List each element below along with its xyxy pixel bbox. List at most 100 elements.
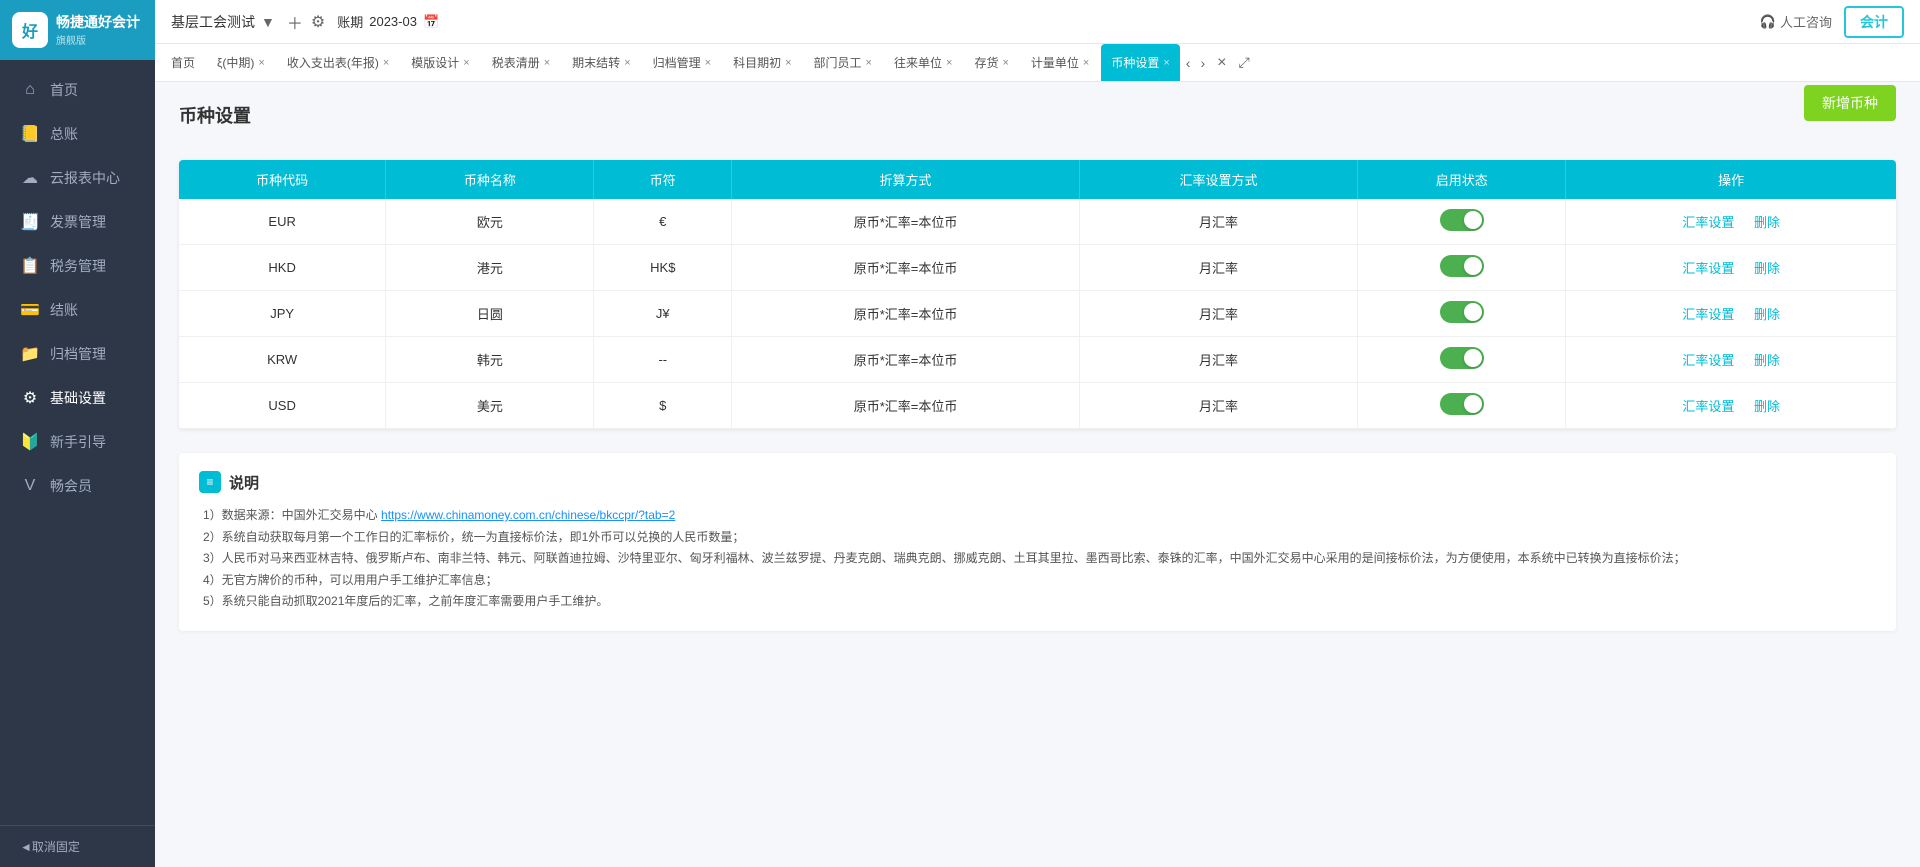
sidebar-item-ledger[interactable]: 📒 总账	[0, 112, 155, 156]
tabs-prev-btn[interactable]: ‹	[1182, 53, 1195, 73]
cell-row2-actions: 汇率设置 删除	[1566, 291, 1896, 337]
cell-row1-col4: 月汇率	[1079, 245, 1357, 291]
rate-setting-link-row1[interactable]: 汇率设置	[1682, 261, 1734, 276]
tab-contacts[interactable]: 往来单位×	[884, 44, 962, 82]
tab-close-unit[interactable]: ×	[1083, 57, 1089, 69]
tab-close-period_end[interactable]: ×	[624, 57, 630, 69]
notice-item-4: 5）系统只能自动抓取2021年度后的汇率，之前年度汇率需要用户手工维护。	[199, 591, 1876, 613]
tab-inventory[interactable]: 存货×	[964, 44, 1018, 82]
tab-period_end[interactable]: 期末结转 ×	[562, 44, 640, 82]
logo-title: 畅捷通好会计	[56, 13, 140, 31]
tab-close-currency[interactable]: ×	[1163, 57, 1169, 69]
tab-close-contacts[interactable]: ×	[946, 57, 952, 69]
tab-close-balance[interactable]: ×	[258, 57, 264, 69]
tab-currency[interactable]: 币种设置 ×	[1101, 44, 1179, 82]
sidebar-item-home[interactable]: ⌂ 首页	[0, 68, 155, 112]
cell-row0-col4: 月汇率	[1079, 199, 1357, 245]
sidebar-item-checkout[interactable]: 💳 结账	[0, 288, 155, 332]
tab-label-currency: 币种设置	[1111, 54, 1159, 71]
project-dropdown-icon[interactable]: ▼	[261, 14, 275, 30]
sidebar-icon-checkout: 💳	[20, 300, 40, 320]
account-button[interactable]: 会计	[1844, 6, 1904, 38]
tab-home[interactable]: 首页	[161, 44, 205, 82]
period-label: 账期	[337, 12, 363, 31]
sidebar-item-basic[interactable]: ⚙ 基础设置	[0, 376, 155, 420]
tab-close-income_report[interactable]: ×	[383, 57, 389, 69]
sidebar-label-archive: 归档管理	[50, 344, 106, 364]
notice-title-text: 说明	[229, 472, 259, 493]
tab-template[interactable]: 模版设计 ×	[401, 44, 479, 82]
tab-subject_init[interactable]: 科目期初 ×	[723, 44, 801, 82]
unpin-label: ◄取消固定	[20, 838, 80, 855]
sidebar-label-invoice: 发票管理	[50, 212, 106, 232]
tab-close-subject_init[interactable]: ×	[785, 57, 791, 69]
tab-tax_book[interactable]: 税表清册×	[482, 44, 560, 82]
tab-close-archive_mgr[interactable]: ×	[705, 57, 711, 69]
tabs-expand-btn[interactable]: ⤢	[1234, 52, 1253, 73]
notice-item-2: 3）人民币对马来西亚林吉特、俄罗斯卢布、南非兰特、韩元、阿联酋迪拉姆、沙特里亚尔…	[199, 548, 1876, 570]
tab-close-tax_book[interactable]: ×	[544, 57, 550, 69]
toggle-row0[interactable]	[1440, 209, 1484, 231]
calendar-icon[interactable]: 📅	[423, 14, 439, 30]
table-row: EUR欧元€原币*汇率=本位币月汇率汇率设置 删除	[179, 199, 1896, 245]
sidebar-item-tax[interactable]: 📋 税务管理	[0, 244, 155, 288]
cell-row0-col0: EUR	[179, 199, 386, 245]
period-value: 2023-03	[369, 14, 417, 29]
toggle-row4[interactable]	[1440, 393, 1484, 415]
notice-link[interactable]: https://www.chinamoney.com.cn/chinese/bk…	[381, 508, 675, 522]
notice-section: ≡ 说明 1）数据来源：中国外汇交易中心 https://www.chinamo…	[179, 453, 1896, 631]
cell-row3-col4: 月汇率	[1079, 337, 1357, 383]
delete-link-row2[interactable]: 删除	[1754, 307, 1780, 322]
add-project-icon[interactable]: ＋	[287, 10, 303, 34]
tab-close-template[interactable]: ×	[463, 57, 469, 69]
delete-link-row3[interactable]: 删除	[1754, 353, 1780, 368]
help-button[interactable]: 🎧 人工咨询	[1760, 12, 1832, 31]
tab-close-department[interactable]: ×	[866, 57, 872, 69]
toggle-row2[interactable]	[1440, 301, 1484, 323]
delete-link-row1[interactable]: 删除	[1754, 261, 1780, 276]
tab-archive_mgr[interactable]: 归档管理 ×	[643, 44, 721, 82]
sidebar-item-member[interactable]: V 畅会员	[0, 464, 155, 508]
sidebar-item-invoice[interactable]: 🧾 发票管理	[0, 200, 155, 244]
delete-link-row4[interactable]: 删除	[1754, 399, 1780, 414]
tab-label-subject_init: 科目期初	[733, 54, 781, 71]
sidebar-icon-ledger: 📒	[20, 124, 40, 144]
tab-department[interactable]: 部门员工×	[804, 44, 882, 82]
notice-list: 1）数据来源：中国外汇交易中心 https://www.chinamoney.c…	[199, 505, 1876, 613]
new-currency-button[interactable]: 新增币种	[1804, 85, 1896, 121]
cell-row0-col3: 原币*汇率=本位币	[732, 199, 1080, 245]
sidebar-item-guide[interactable]: 🔰 新手引导	[0, 420, 155, 464]
sidebar-icon-tax: 📋	[20, 256, 40, 276]
cell-row3-col0: KRW	[179, 337, 386, 383]
project-name: 基层工会测试	[171, 12, 255, 32]
tab-balance[interactable]: ξ(中期)×	[207, 44, 275, 82]
sidebar-icon-member: V	[20, 477, 40, 495]
rate-setting-link-row2[interactable]: 汇率设置	[1682, 307, 1734, 322]
rate-setting-link-row3[interactable]: 汇率设置	[1682, 353, 1734, 368]
settings-icon[interactable]: ⚙	[311, 12, 325, 32]
tab-label-unit: 计量单位	[1031, 54, 1079, 71]
tabs-close-all-btn[interactable]: ×	[1211, 52, 1232, 74]
tab-unit[interactable]: 计量单位 ×	[1021, 44, 1099, 82]
tabs-bar: 首页ξ(中期)×收入支出表(年报)×模版设计×税表清册×期末结转×归档管理×科目…	[155, 44, 1920, 82]
topbar-project[interactable]: 基层工会测试 ▼	[171, 12, 275, 32]
topbar-right: 🎧 人工咨询 会计	[1760, 6, 1904, 38]
sidebar-unpin[interactable]: ◄取消固定	[0, 825, 155, 867]
tab-label-archive_mgr: 归档管理	[653, 54, 701, 71]
cell-row3-col3: 原币*汇率=本位币	[732, 337, 1080, 383]
tabs-next-btn[interactable]: ›	[1196, 53, 1209, 73]
tab-label-template: 模版设计	[411, 54, 459, 71]
delete-link-row0[interactable]: 删除	[1754, 215, 1780, 230]
toggle-row3[interactable]	[1440, 347, 1484, 369]
topbar: 基层工会测试 ▼ ＋ ⚙ 账期 2023-03 📅 🎧 人工咨询 会计	[155, 0, 1920, 44]
toggle-row1[interactable]	[1440, 255, 1484, 277]
tab-close-inventory[interactable]: ×	[1002, 57, 1008, 69]
sidebar-item-reports[interactable]: ☁ 云报表中心	[0, 156, 155, 200]
cell-row3-col2: --	[594, 337, 732, 383]
notice-item-0: 1）数据来源：中国外汇交易中心 https://www.chinamoney.c…	[199, 505, 1876, 527]
tab-label-period_end: 期末结转	[572, 54, 620, 71]
tab-income_report[interactable]: 收入支出表(年报)×	[277, 44, 399, 82]
rate-setting-link-row4[interactable]: 汇率设置	[1682, 399, 1734, 414]
rate-setting-link-row0[interactable]: 汇率设置	[1682, 215, 1734, 230]
sidebar-item-archive[interactable]: 📁 归档管理	[0, 332, 155, 376]
